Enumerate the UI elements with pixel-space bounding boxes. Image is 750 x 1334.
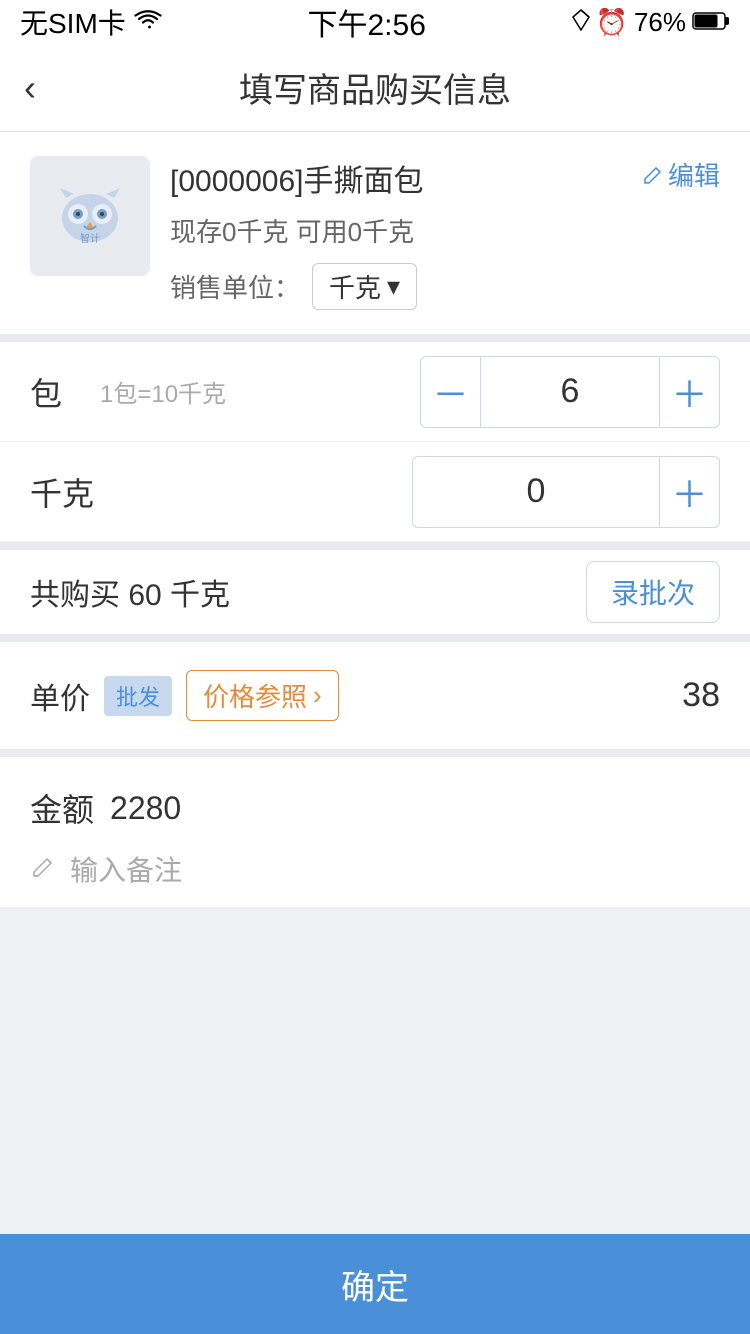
price-section: 单价 批发 价格参照 › 38 (0, 642, 750, 757)
status-left: 无SIM卡 (20, 2, 162, 42)
gray-spacer (0, 907, 750, 1267)
note-placeholder: 输入备注 (70, 849, 182, 889)
chevron-down-icon: ▾ (387, 271, 400, 302)
quantity-section: 包 1包=10千克 － ＋ 千克 ＋ (0, 342, 750, 542)
batch-badge: 批发 (104, 676, 172, 716)
summary-row: 共购买 60 千克 录批次 (0, 542, 750, 642)
kg-plus-button[interactable]: ＋ (660, 456, 720, 528)
wifi-icon (134, 6, 162, 38)
alarm-icon: ⏰ (596, 7, 628, 38)
product-name: [0000006]手撕面包 (170, 156, 423, 200)
amount-section: 金额 2280 输入备注 (0, 757, 750, 907)
chevron-right-icon: › (313, 680, 322, 711)
nav-bar: ‹ 填写商品购买信息 (0, 44, 750, 132)
svg-text:智计: 智计 (80, 232, 100, 245)
battery-icon (692, 7, 730, 38)
footer[interactable]: 确定 (0, 1234, 750, 1334)
unit-selector[interactable]: 千克 ▾ (312, 263, 417, 310)
back-button[interactable]: ‹ (24, 67, 36, 109)
bao-minus-button[interactable]: － (420, 356, 480, 428)
product-stock: 现存0千克 可用0千克 (170, 212, 720, 249)
price-value: 38 (682, 676, 720, 715)
kg-input[interactable] (412, 456, 660, 528)
confirm-button[interactable]: 确定 (341, 1260, 409, 1309)
kg-controls: ＋ (412, 456, 720, 528)
bao-hint: 1包=10千克 (100, 374, 420, 409)
product-card: 智计 [0000006]手撕面包 编辑 现存0千克 可用0千克 销售单位： 千克… (0, 132, 750, 342)
battery-text: 76% (634, 7, 686, 38)
edit-button[interactable]: 编辑 (642, 156, 720, 193)
bao-controls: － ＋ (420, 356, 720, 428)
amount-value: 2280 (110, 790, 181, 827)
product-image: 智计 (30, 156, 150, 276)
price-label: 单价 (30, 674, 90, 718)
bao-plus-button[interactable]: ＋ (660, 356, 720, 428)
product-info: [0000006]手撕面包 编辑 现存0千克 可用0千克 销售单位： 千克 ▾ (170, 156, 720, 310)
summary-text: 共购买 60 千克 (30, 570, 230, 614)
kg-label: 千克 (30, 469, 94, 515)
kg-row: 千克 ＋ (0, 442, 750, 542)
note-row[interactable]: 输入备注 (30, 849, 720, 889)
bao-label: 包 (30, 369, 90, 415)
amount-label: 金额 (30, 785, 94, 831)
status-time: 下午2:56 (307, 0, 425, 44)
carrier-text: 无SIM卡 (20, 2, 126, 42)
bao-input[interactable] (480, 356, 660, 428)
bao-row: 包 1包=10千克 － ＋ (0, 342, 750, 442)
page-title: 填写商品购买信息 (239, 63, 511, 112)
status-bar: 无SIM卡 下午2:56 ⏰ 76% (0, 0, 750, 44)
status-right: ⏰ 76% (572, 7, 730, 38)
price-ref-button[interactable]: 价格参照 › (186, 670, 339, 721)
pencil-icon (30, 852, 58, 887)
location-icon (572, 7, 590, 38)
record-batch-button[interactable]: 录批次 (586, 561, 720, 623)
unit-label: 销售单位： (170, 268, 300, 305)
